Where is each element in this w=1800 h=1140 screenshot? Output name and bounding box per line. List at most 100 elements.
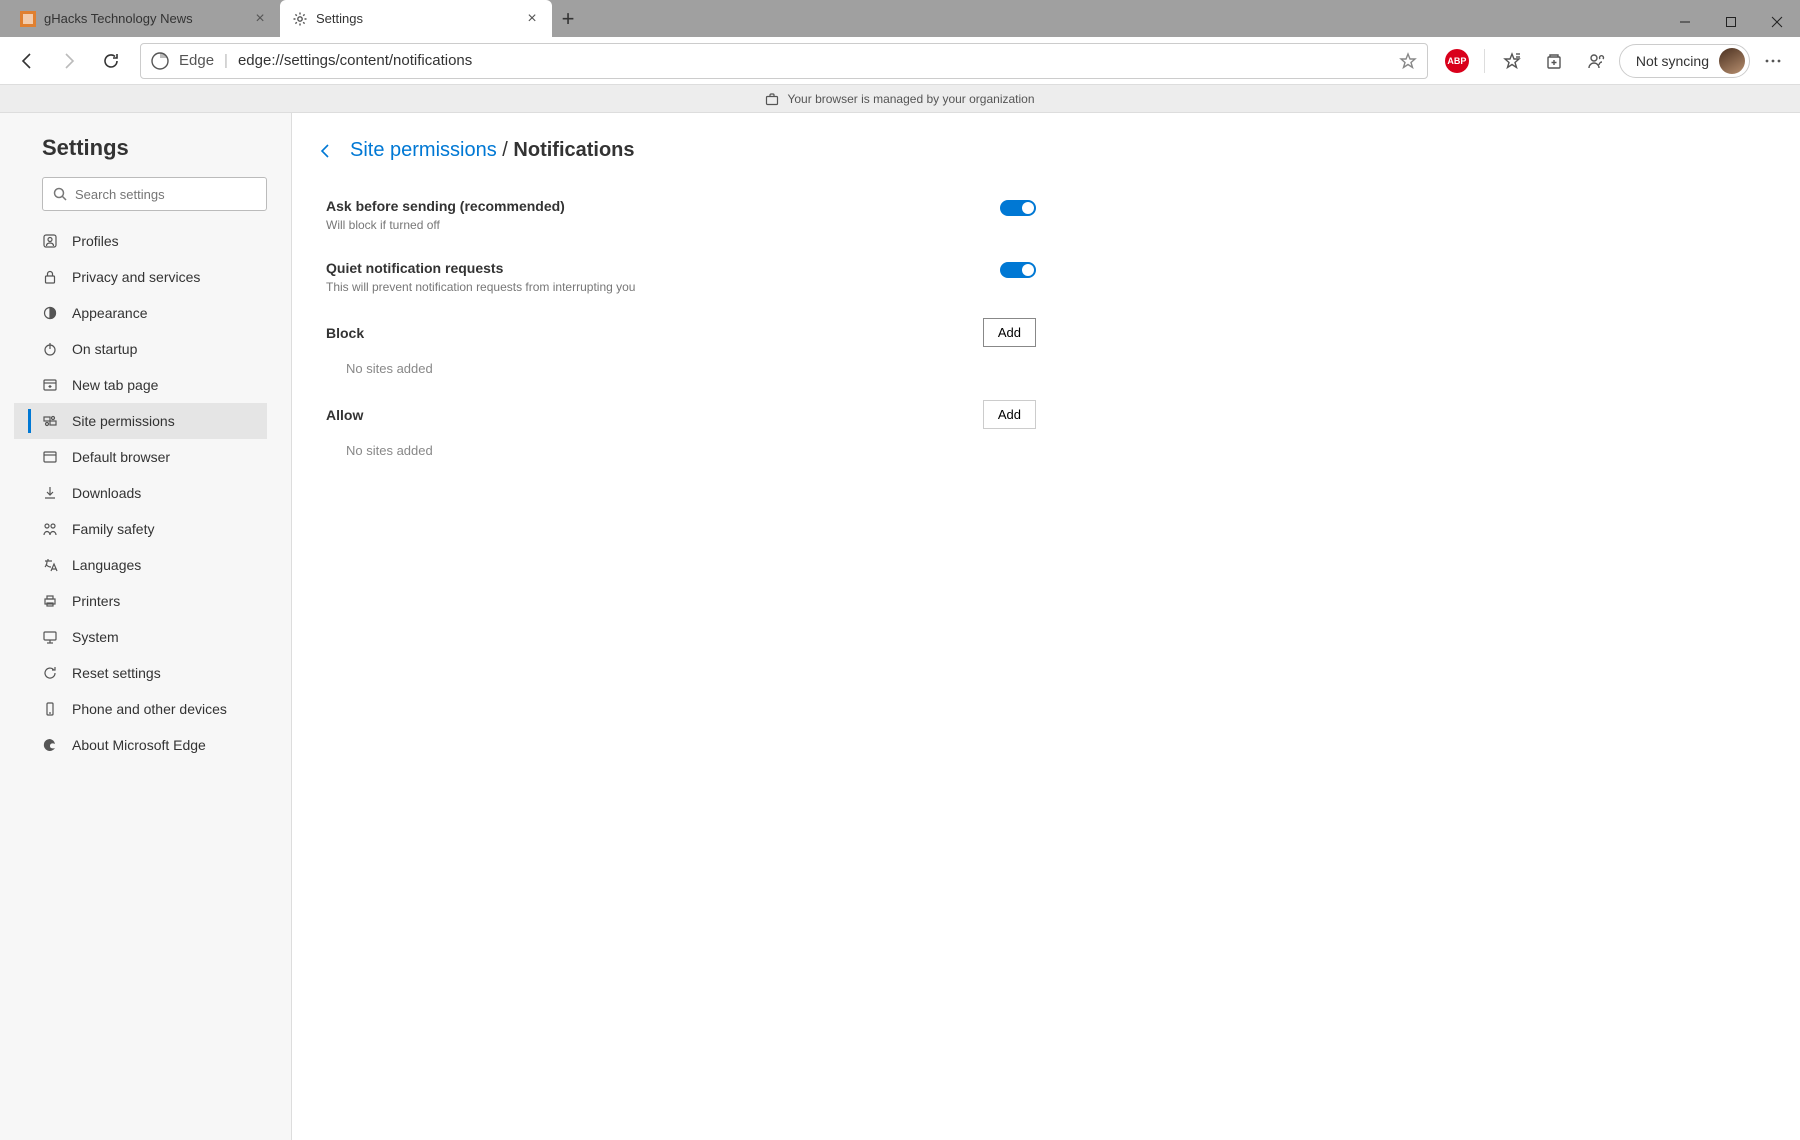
search-settings[interactable] <box>42 177 267 211</box>
org-banner-text: Your browser is managed by your organiza… <box>787 92 1034 106</box>
nav-label: Printers <box>72 593 120 609</box>
addr-separator: | <box>224 52 228 69</box>
menu-button[interactable] <box>1754 42 1792 80</box>
block-empty-text: No sites added <box>316 353 1760 394</box>
nav-phone[interactable]: Phone and other devices <box>14 691 267 727</box>
system-icon <box>42 629 58 645</box>
sync-button[interactable]: Not syncing <box>1619 44 1750 78</box>
tab-settings[interactable]: Settings × <box>280 0 552 37</box>
briefcase-icon <box>765 92 779 106</box>
breadcrumb-parent[interactable]: Site permissions <box>350 139 497 161</box>
setting-title: Quiet notification requests <box>326 260 1000 276</box>
add-block-button[interactable]: Add <box>983 318 1036 347</box>
url-input[interactable] <box>238 52 1389 69</box>
minimize-button[interactable] <box>1662 7 1708 37</box>
toggle-ask-before-sending[interactable] <box>1000 200 1036 216</box>
search-icon <box>53 187 67 201</box>
breadcrumb-sep: / <box>502 139 508 161</box>
content-area: Site permissions / Notifications Ask bef… <box>292 113 1800 1140</box>
setting-ask-before-sending: Ask before sending (recommended) Will bl… <box>316 188 1036 250</box>
nav-label: Profiles <box>72 233 119 249</box>
breadcrumb-row: Site permissions / Notifications <box>316 139 1760 162</box>
nav-label: Privacy and services <box>72 269 200 285</box>
address-prefix: Edge | <box>151 52 228 70</box>
nav-downloads[interactable]: Downloads <box>14 475 267 511</box>
sidebar: Settings Profiles Privacy and services A… <box>0 113 292 1140</box>
nav-newtab[interactable]: New tab page <box>14 367 267 403</box>
nav-startup[interactable]: On startup <box>14 331 267 367</box>
toggle-quiet-notifications[interactable] <box>1000 262 1036 278</box>
breadcrumb-back-button[interactable] <box>316 142 334 160</box>
nav-appearance[interactable]: Appearance <box>14 295 267 331</box>
maximize-button[interactable] <box>1708 7 1754 37</box>
tab-strip: gHacks Technology News × Settings × + <box>0 0 584 37</box>
nav-profiles[interactable]: Profiles <box>14 223 267 259</box>
power-icon <box>42 341 58 357</box>
nav-label: System <box>72 629 119 645</box>
breadcrumb: Site permissions / Notifications <box>350 139 635 162</box>
nav-languages[interactable]: Languages <box>14 547 267 583</box>
sync-label: Not syncing <box>1636 53 1709 69</box>
newtab-icon <box>42 377 58 393</box>
setting-desc: Will block if turned off <box>326 218 1000 232</box>
gear-icon <box>292 11 308 27</box>
section-block: Block Add <box>316 312 1036 353</box>
abp-icon: ABP <box>1445 49 1469 73</box>
avatar <box>1719 48 1745 74</box>
new-tab-button[interactable]: + <box>552 0 584 37</box>
language-icon <box>42 557 58 573</box>
allow-label: Allow <box>326 407 983 423</box>
tab-ghacks[interactable]: gHacks Technology News × <box>8 0 280 37</box>
address-bar[interactable]: Edge | <box>140 43 1428 79</box>
nav-label: On startup <box>72 341 137 357</box>
setting-quiet-notifications: Quiet notification requests This will pr… <box>316 250 1036 312</box>
search-input[interactable] <box>75 187 256 202</box>
edge-icon <box>151 52 169 70</box>
nav-reset[interactable]: Reset settings <box>14 655 267 691</box>
refresh-button[interactable] <box>92 42 130 80</box>
sidebar-title: Settings <box>42 135 267 161</box>
nav-label: Downloads <box>72 485 141 501</box>
toolbar: Edge | ABP Not syncing <box>0 37 1800 85</box>
nav-about[interactable]: About Microsoft Edge <box>14 727 267 763</box>
nav-site-permissions[interactable]: Site permissions <box>14 403 267 439</box>
setting-title: Ask before sending (recommended) <box>326 198 1000 214</box>
browser-icon <box>42 449 58 465</box>
section-allow: Allow Add <box>316 394 1036 435</box>
favicon-ghacks <box>20 11 36 27</box>
close-icon[interactable]: × <box>252 11 268 27</box>
tab-title: Settings <box>316 11 516 26</box>
nav-list: Profiles Privacy and services Appearance… <box>14 223 267 763</box>
download-icon <box>42 485 58 501</box>
collections-button[interactable] <box>1535 42 1573 80</box>
nav-system[interactable]: System <box>14 619 267 655</box>
nav-privacy[interactable]: Privacy and services <box>14 259 267 295</box>
setting-text: Quiet notification requests This will pr… <box>326 260 1000 294</box>
nav-family[interactable]: Family safety <box>14 511 267 547</box>
nav-printers[interactable]: Printers <box>14 583 267 619</box>
forward-button[interactable] <box>50 42 88 80</box>
permissions-icon <box>42 413 58 429</box>
reset-icon <box>42 665 58 681</box>
abp-extension[interactable]: ABP <box>1438 42 1476 80</box>
favorite-icon[interactable] <box>1399 52 1417 70</box>
nav-label: Site permissions <box>72 413 175 429</box>
nav-default-browser[interactable]: Default browser <box>14 439 267 475</box>
profile-icon <box>42 233 58 249</box>
phone-icon <box>42 701 58 717</box>
nav-label: Appearance <box>72 305 148 321</box>
back-button[interactable] <box>8 42 46 80</box>
nav-label: New tab page <box>72 377 158 393</box>
profile-button[interactable] <box>1577 42 1615 80</box>
appearance-icon <box>42 305 58 321</box>
nav-label: Family safety <box>72 521 154 537</box>
close-icon[interactable]: × <box>524 11 540 27</box>
add-allow-button[interactable]: Add <box>983 400 1036 429</box>
block-label: Block <box>326 325 983 341</box>
allow-empty-text: No sites added <box>316 435 1760 476</box>
separator <box>1484 49 1485 73</box>
close-window-button[interactable] <box>1754 7 1800 37</box>
favorites-button[interactable] <box>1493 42 1531 80</box>
org-banner: Your browser is managed by your organiza… <box>0 85 1800 113</box>
lock-icon <box>42 269 58 285</box>
